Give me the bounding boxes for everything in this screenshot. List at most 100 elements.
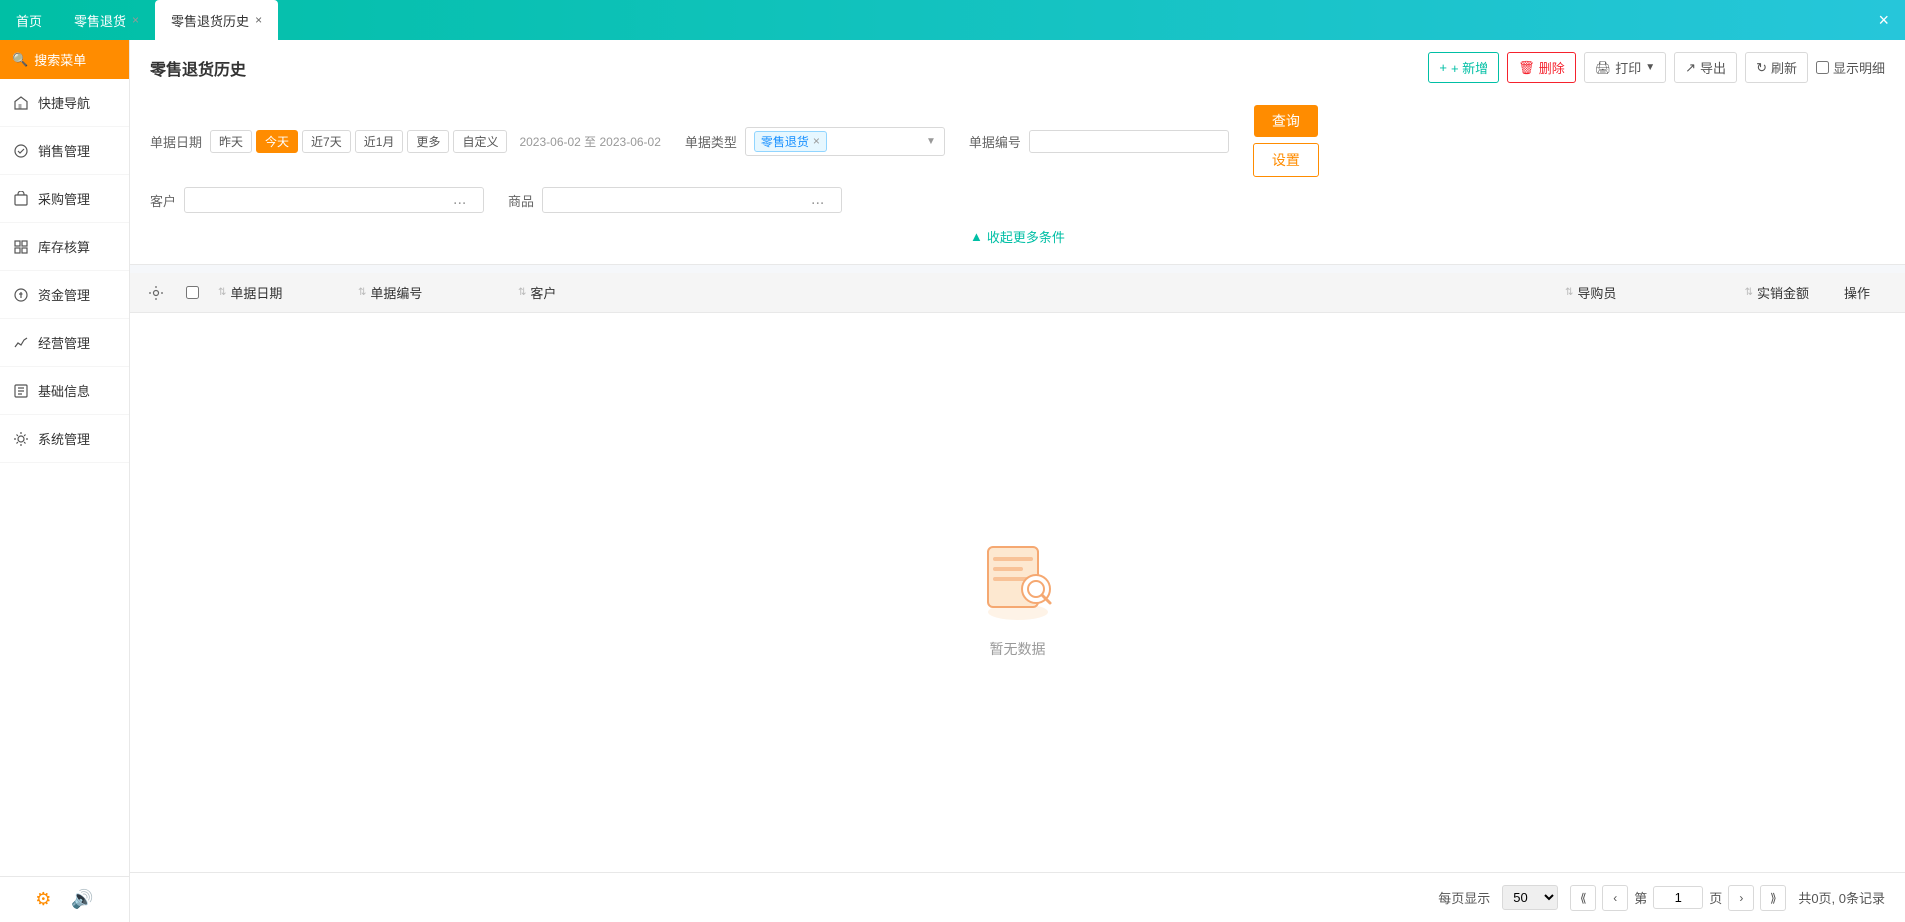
empty-state: 暂无数据 [130,313,1905,872]
customer-filter-label: 客户 [150,191,176,210]
sidebar-item-sales-mgmt[interactable]: 销售管理 [0,127,129,175]
export-button[interactable]: ↗ 导出 [1674,52,1737,83]
date-more-btn[interactable]: 更多 [407,130,449,153]
print-icon: 🖨 [1595,60,1612,76]
table-settings-icon[interactable] [138,285,174,301]
th-guide-sort-icon[interactable]: ⇅ [1565,287,1573,298]
th-sn: ⇅ 单据编号 [350,283,510,302]
th-amount-sort-icon[interactable]: ⇅ [1745,287,1753,298]
type-dropdown-icon: ▼ [926,136,936,147]
refresh-label: 刷新 [1771,58,1797,77]
refresh-icon: ↻ [1756,60,1767,76]
filter-area: 单据日期 昨天 今天 近7天 近1月 更多 自定义 2023-06-02 至 2… [150,95,1885,264]
page-unit: 页 [1709,888,1722,907]
collapse-up-icon: ▲ [970,229,983,244]
date-last7-btn[interactable]: 近7天 [302,130,351,153]
sidebar-item-label: 基础信息 [38,381,90,400]
print-label: 打印 [1615,58,1641,77]
prev-page-btn[interactable]: ‹ [1602,885,1628,911]
filter-settings-button[interactable]: 设置 [1253,143,1319,177]
delete-button[interactable]: 🗑 删除 [1507,52,1576,83]
sn-filter-input[interactable] [1029,130,1229,153]
filter-sn: 单据编号 [969,130,1229,153]
sidebar-item-finance[interactable]: 资金管理 [0,271,129,319]
date-custom-btn[interactable]: 自定义 [453,130,507,153]
next-page-btn[interactable]: › [1728,885,1754,911]
query-button[interactable]: 查询 [1254,105,1318,137]
show-detail-label: 显示明细 [1833,58,1885,77]
new-icon: + [1439,60,1447,75]
main-layout: 🔍 搜索菜单 快捷导航 销售管理 采购管理 库存核算 [0,40,1905,922]
filter-row-2: 客户 ... 商品 ... [150,187,1885,213]
delete-icon: 🗑 [1518,60,1535,76]
table-select-all-checkbox[interactable] [174,286,210,299]
sidebar: 🔍 搜索菜单 快捷导航 销售管理 采购管理 库存核算 [0,40,130,922]
collapse-bar[interactable]: ▲ 收起更多条件 [150,223,1885,254]
customer-dots-icon[interactable]: ... [453,191,466,209]
delete-label: 删除 [1539,58,1565,77]
page-label: 第 [1634,888,1647,907]
date-yesterday-btn[interactable]: 昨天 [210,130,252,153]
show-detail-checkbox-label[interactable]: 显示明细 [1816,58,1885,77]
current-page-input[interactable] [1653,886,1703,909]
system-icon [12,430,30,448]
sn-filter-label: 单据编号 [969,132,1021,151]
sidebar-item-operations[interactable]: 经营管理 [0,319,129,367]
date-range-text: 2023-06-02 至 2023-06-02 [519,133,660,150]
tab-home-label: 首页 [16,11,42,30]
sidebar-item-quick-nav[interactable]: 快捷导航 [0,79,129,127]
tab-retail-return-history-close[interactable]: × [255,13,262,27]
date-today-btn[interactable]: 今天 [256,130,298,153]
settings-footer-icon[interactable]: ⚙ [35,889,51,910]
filter-customer: 客户 ... [150,187,484,213]
sidebar-item-label: 库存核算 [38,237,90,256]
purchase-icon [12,190,30,208]
th-date-label: 单据日期 [230,283,282,302]
new-button[interactable]: + + 新增 [1428,52,1499,83]
tab-retail-return-history[interactable]: 零售退货历史 × [155,0,278,40]
tab-retail-return[interactable]: 零售退货 × [58,0,155,40]
refresh-button[interactable]: ↻ 刷新 [1745,52,1808,83]
tab-home[interactable]: 首页 [0,0,58,40]
filter-goods: 商品 ... [508,187,842,213]
volume-footer-icon[interactable]: 🔊 [71,889,93,910]
th-sn-sort-icon[interactable]: ⇅ [358,287,366,298]
type-tag: 零售退货 × [754,131,827,152]
table-area: ⇅ 单据日期 ⇅ 单据编号 ⇅ 客户 ⇅ 导购员 ⇅ 实销金额 [130,273,1905,922]
th-date: ⇅ 单据日期 [210,283,350,302]
th-date-sort-icon[interactable]: ⇅ [218,287,226,298]
filter-date: 单据日期 昨天 今天 近7天 近1月 更多 自定义 2023-06-02 至 2… [150,130,661,153]
type-filter-select[interactable]: 零售退货 × ▼ [745,127,945,156]
goods-dots-icon[interactable]: ... [811,191,824,209]
sidebar-item-purchase-mgmt[interactable]: 采购管理 [0,175,129,223]
last-page-btn[interactable]: ⟫ [1760,885,1786,911]
sidebar-item-inventory[interactable]: 库存核算 [0,223,129,271]
home-icon [12,94,30,112]
page-size-select[interactable]: 20 50 100 [1502,885,1558,910]
search-icon: 🔍 [12,52,28,68]
query-settings: 查询 设置 [1253,105,1319,177]
type-tag-close-icon[interactable]: × [813,134,820,148]
empty-state-icon [968,527,1068,627]
page-title: 零售退货历史 [150,56,246,80]
show-detail-checkbox[interactable] [1816,61,1829,74]
filter-row-1: 单据日期 昨天 今天 近7天 近1月 更多 自定义 2023-06-02 至 2… [150,105,1885,177]
date-last1m-btn[interactable]: 近1月 [355,130,404,153]
select-all-input[interactable] [186,286,199,299]
new-label: + 新增 [1451,58,1488,77]
sidebar-item-label: 资金管理 [38,285,90,304]
operations-icon [12,334,30,352]
sidebar-search[interactable]: 🔍 搜索菜单 [0,40,129,79]
customer-filter-input[interactable] [193,193,453,208]
goods-filter-input[interactable] [551,193,811,208]
tab-retail-return-close[interactable]: × [132,13,139,27]
th-customer-sort-icon[interactable]: ⇅ [518,287,526,298]
window-close-btn[interactable]: × [1878,10,1905,31]
sidebar-item-system-mgmt[interactable]: 系统管理 [0,415,129,463]
close-icon: × [1878,10,1889,31]
sidebar-item-label: 销售管理 [38,141,90,160]
sidebar-item-basic-info[interactable]: 基础信息 [0,367,129,415]
collapse-label: 收起更多条件 [987,227,1065,246]
first-page-btn[interactable]: ⟪ [1570,885,1596,911]
print-button[interactable]: 🖨 打印 ▼ [1584,52,1666,83]
